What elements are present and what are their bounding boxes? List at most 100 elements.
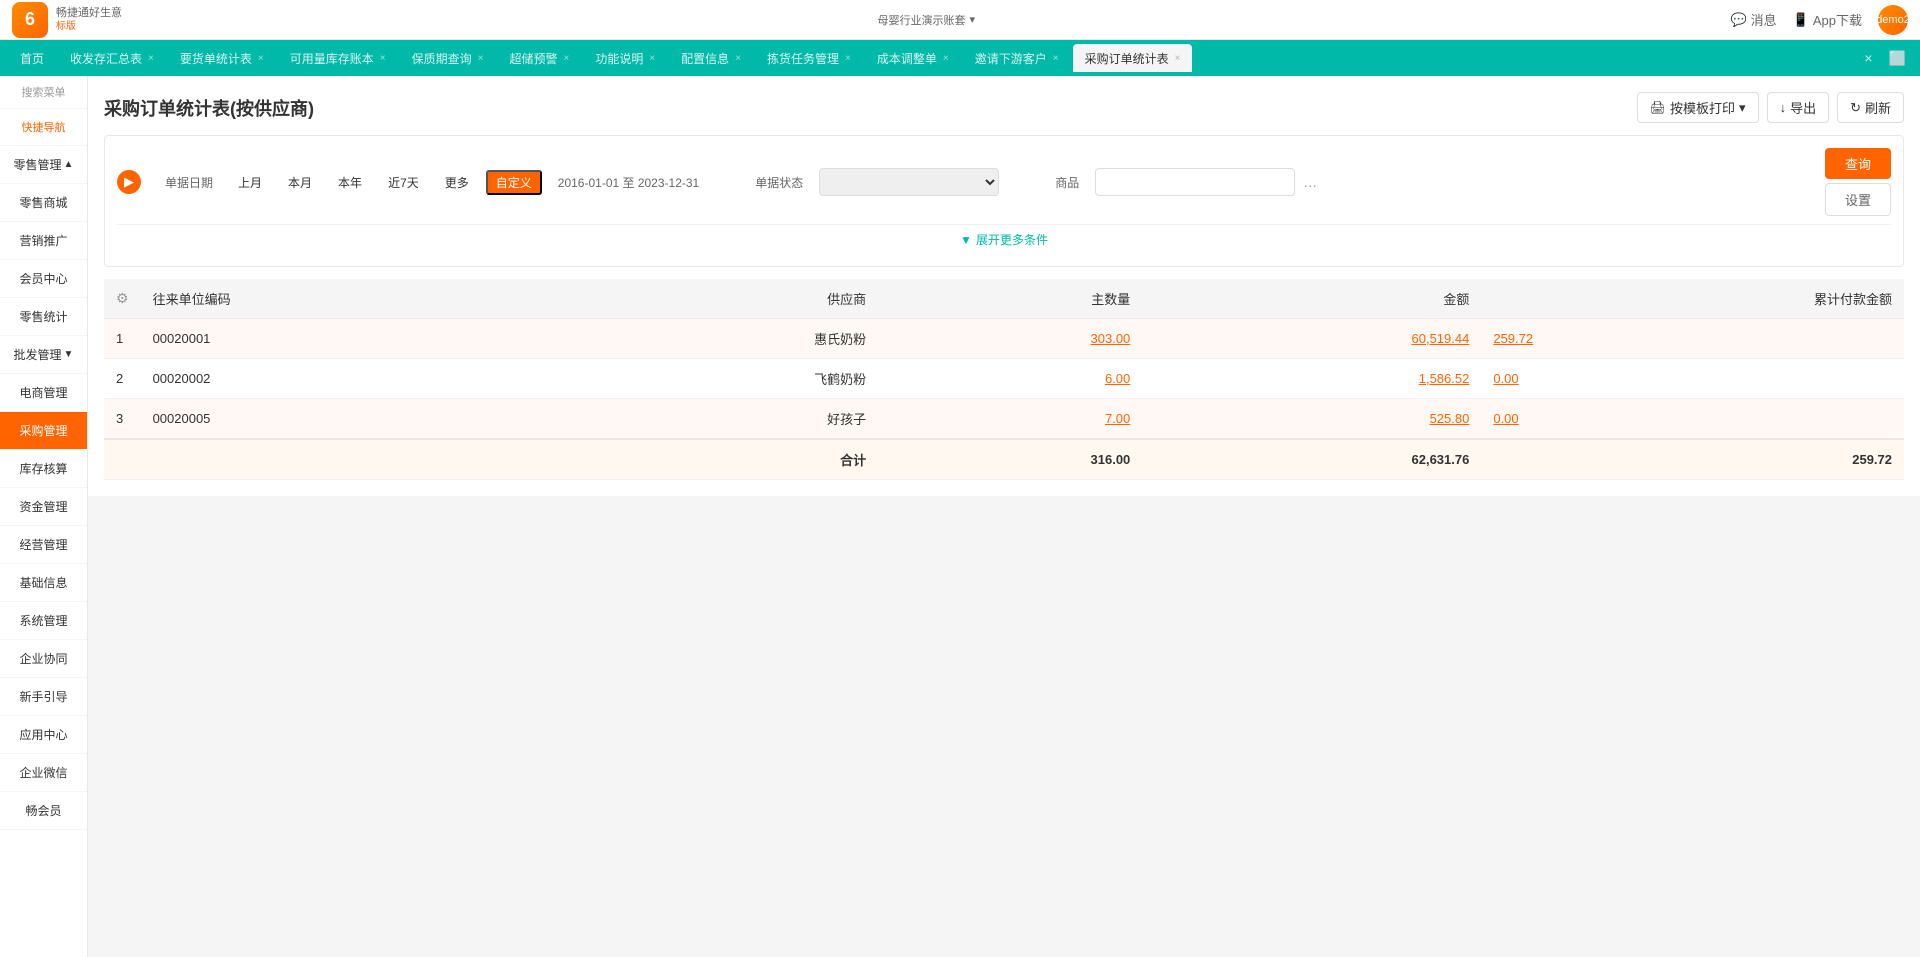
- refresh-button[interactable]: ↻ 刷新: [1837, 92, 1904, 123]
- tab-gongneng[interactable]: 功能说明 ×: [583, 44, 667, 72]
- user-avatar[interactable]: demo2: [1878, 5, 1908, 35]
- tab-home[interactable]: 首页: [8, 44, 56, 72]
- tab-caigou-active[interactable]: 采购订单统计表 ×: [1073, 44, 1193, 72]
- date-shortcuts: 上月 本月 本年 近7天 更多 自定义: [229, 170, 542, 195]
- sidebar-item-member[interactable]: 会员中心: [0, 260, 87, 298]
- message-button[interactable]: 💬 消息: [1730, 10, 1776, 29]
- sidebar-item-inventory[interactable]: 库存核算: [0, 450, 87, 488]
- goods-more-icon[interactable]: …: [1303, 174, 1317, 190]
- table-row: 1 00020001 惠氏奶粉 303.00 60,519.44 259.72: [104, 319, 1904, 359]
- sidebar-item-wechat[interactable]: 企业微信: [0, 754, 87, 792]
- sidebar-item-purchase[interactable]: 采购管理: [0, 412, 87, 450]
- close-icon[interactable]: ×: [478, 53, 484, 64]
- maximize-button[interactable]: ⬜: [1883, 48, 1912, 69]
- tab-jianhuo[interactable]: 拣货任务管理 ×: [755, 44, 863, 72]
- close-icon[interactable]: ×: [258, 53, 264, 64]
- custom-date-button[interactable]: 自定义: [486, 170, 542, 195]
- sidebar-item-finance[interactable]: 资金管理: [0, 488, 87, 526]
- print-button[interactable]: 🖨 按模板打印 ▾: [1637, 92, 1759, 123]
- th-supplier: 供应商: [563, 279, 878, 319]
- table-row: 3 00020005 好孩子 7.00 525.80 0.00: [104, 399, 1904, 440]
- filter-toggle-button[interactable]: ▶: [117, 170, 141, 194]
- table-footer-row: 合计 316.00 62,631.76 259.72: [104, 439, 1904, 480]
- tab-chengben[interactable]: 成本调整单 ×: [865, 44, 961, 72]
- tab-kuyongliang[interactable]: 可用量库存账本 ×: [278, 44, 398, 72]
- sidebar-item-vip[interactable]: 畅会员: [0, 792, 87, 830]
- footer-paid: 259.72: [1481, 439, 1904, 480]
- sidebar-item-ecommerce[interactable]: 电商管理: [0, 374, 87, 412]
- tab-shoufasong[interactable]: 收发存汇总表 ×: [58, 44, 166, 72]
- shortcut-more[interactable]: 更多: [436, 171, 478, 194]
- close-icon[interactable]: ×: [649, 53, 655, 64]
- print-icon: 🖨: [1650, 100, 1667, 116]
- sidebar-item-newguide[interactable]: 新手引导: [0, 678, 87, 716]
- close-icon[interactable]: ×: [1053, 53, 1059, 64]
- tab-baozhi[interactable]: 保质期查询 ×: [400, 44, 496, 72]
- sidebar-item-quicknav[interactable]: 快捷导航: [0, 109, 87, 146]
- logo-icon: 6: [12, 2, 48, 38]
- table-header-row: ⚙ 往来单位编码 供应商 主数量 金额 累计付款金额: [104, 279, 1904, 319]
- shortcut-last-month[interactable]: 上月: [229, 171, 271, 194]
- logo-area: 6 畅捷通好生意 标版: [12, 2, 122, 38]
- settings-button[interactable]: 设置: [1825, 183, 1891, 216]
- status-select[interactable]: [819, 168, 999, 196]
- tab-chuchuyujing[interactable]: 超储预警 ×: [497, 44, 581, 72]
- sidebar-item-marketing[interactable]: 营销推广: [0, 222, 87, 260]
- sidebar-item-retail-stat[interactable]: 零售统计: [0, 298, 87, 336]
- close-all-tabs-button[interactable]: ×: [1858, 48, 1878, 69]
- expand-more-button[interactable]: ▼ 展开更多条件: [117, 224, 1891, 254]
- nav-right-controls: × ⬜: [1858, 48, 1912, 69]
- tab-yaohuo[interactable]: 要货单统计表 ×: [168, 44, 276, 72]
- search-button[interactable]: 查询: [1825, 148, 1891, 179]
- th-settings: ⚙: [104, 279, 141, 319]
- row-code: 00020001: [141, 319, 564, 359]
- sidebar-item-enterprise[interactable]: 企业协同: [0, 640, 87, 678]
- sidebar-item-appcenter[interactable]: 应用中心: [0, 716, 87, 754]
- row-amount[interactable]: 525.80: [1142, 399, 1481, 440]
- row-supplier: 好孩子: [563, 399, 878, 440]
- row-num: 2: [104, 359, 141, 399]
- row-paid[interactable]: 0.00: [1481, 359, 1904, 399]
- sidebar-item-retail-shop[interactable]: 零售商城: [0, 184, 87, 222]
- status-filter-label: 单据状态: [755, 174, 803, 191]
- close-icon[interactable]: ×: [943, 53, 949, 64]
- row-qty[interactable]: 7.00: [878, 399, 1142, 440]
- footer-empty2: [141, 439, 564, 480]
- filter-row-1: ▶ 单据日期 上月 本月 本年 近7天 更多 自定义 2016-01-01 至 …: [117, 148, 1891, 216]
- sidebar: 搜索菜单 快捷导航 零售管理 ▲ 零售商城 营销推广 会员中心 零售统计 批发管…: [0, 76, 88, 957]
- workspace-selector[interactable]: 母婴行业演示账套 ▾: [877, 12, 975, 28]
- close-icon[interactable]: ×: [380, 53, 386, 64]
- table-row: 2 00020002 飞鹤奶粉 6.00 1,586.52 0.00: [104, 359, 1904, 399]
- row-amount[interactable]: 60,519.44: [1142, 319, 1481, 359]
- close-icon[interactable]: ×: [148, 53, 154, 64]
- row-paid[interactable]: 259.72: [1481, 319, 1904, 359]
- gear-icon[interactable]: ⚙: [116, 290, 129, 306]
- shortcut-7days[interactable]: 近7天: [379, 171, 428, 194]
- row-amount[interactable]: 1,586.52: [1142, 359, 1481, 399]
- row-paid[interactable]: 0.00: [1481, 399, 1904, 440]
- sidebar-item-operations[interactable]: 经营管理: [0, 526, 87, 564]
- status-filter: [819, 168, 999, 196]
- sidebar-item-system[interactable]: 系统管理: [0, 602, 87, 640]
- shortcut-this-year[interactable]: 本年: [329, 171, 371, 194]
- row-qty[interactable]: 303.00: [878, 319, 1142, 359]
- sidebar-item-retail-mgmt[interactable]: 零售管理 ▲: [0, 146, 87, 184]
- close-icon[interactable]: ×: [563, 53, 569, 64]
- export-button[interactable]: ↓ 导出: [1767, 92, 1830, 123]
- top-bar: 6 畅捷通好生意 标版 母婴行业演示账套 ▾ 💬 消息 📱 App下载 demo…: [0, 0, 1920, 40]
- sidebar-item-wholesale[interactable]: 批发管理 ▼: [0, 336, 87, 374]
- sidebar-search[interactable]: 搜索菜单: [0, 76, 87, 109]
- close-icon[interactable]: ×: [1175, 53, 1181, 64]
- close-icon[interactable]: ×: [845, 53, 851, 64]
- tab-peizhixinxi[interactable]: 配置信息 ×: [669, 44, 753, 72]
- nav-tabs-bar: 首页 收发存汇总表 × 要货单统计表 × 可用量库存账本 × 保质期查询 × 超…: [0, 40, 1920, 76]
- sidebar-item-basic-info[interactable]: 基础信息: [0, 564, 87, 602]
- row-qty[interactable]: 6.00: [878, 359, 1142, 399]
- app-download-button[interactable]: 📱 App下载: [1793, 10, 1862, 29]
- tab-yaoqing[interactable]: 邀请下游客户 ×: [963, 44, 1071, 72]
- close-icon[interactable]: ×: [735, 53, 741, 64]
- shortcut-this-month[interactable]: 本月: [279, 171, 321, 194]
- chevron-up-icon: ▲: [64, 159, 74, 170]
- chevron-down-icon: ▾: [1739, 100, 1746, 116]
- goods-input[interactable]: [1095, 168, 1295, 196]
